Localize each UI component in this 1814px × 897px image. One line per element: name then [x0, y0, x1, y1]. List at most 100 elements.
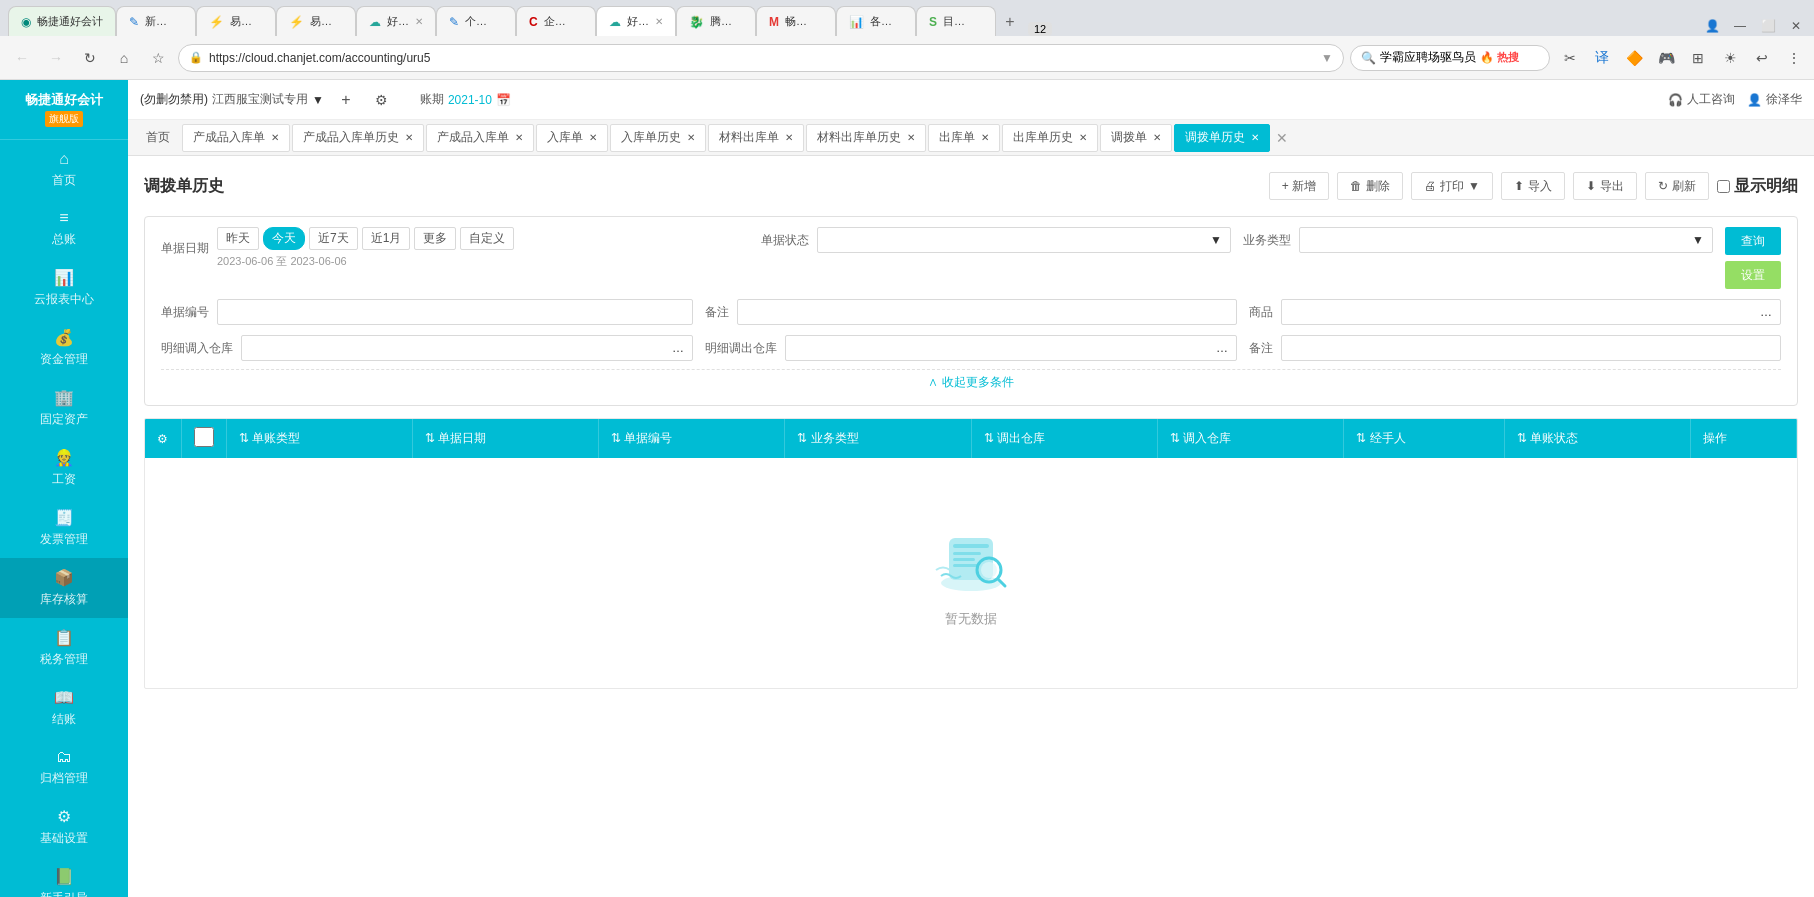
undo-icon[interactable]: ↩	[1750, 46, 1774, 70]
goods-input[interactable]: …	[1281, 299, 1781, 325]
home-button[interactable]: ⌂	[110, 44, 138, 72]
new-button[interactable]: + 新增	[1269, 172, 1329, 200]
date-custom-button[interactable]: 自定义	[460, 227, 514, 250]
browser-tab-2[interactable]: ✎ 新…	[116, 6, 196, 36]
sidebar-item-close[interactable]: 📖 结账	[0, 678, 128, 738]
close-tab-icon[interactable]: ✕	[515, 132, 523, 143]
date-yesterday-button[interactable]: 昨天	[217, 227, 259, 250]
new-tab-button[interactable]: +	[996, 8, 1024, 36]
add-company-button[interactable]: +	[332, 86, 360, 114]
table-th-status[interactable]: ⇅ 单账状态	[1504, 419, 1690, 458]
table-th-to-warehouse[interactable]: ⇅ 调入仓库	[1158, 419, 1344, 458]
page-tab-inbound-history[interactable]: 入库单历史 ✕	[610, 124, 706, 152]
from-warehouse-input[interactable]: …	[241, 335, 693, 361]
sidebar-item-report[interactable]: 📊 云报表中心	[0, 258, 128, 318]
translate-icon[interactable]: 译	[1590, 46, 1614, 70]
close-tab-icon[interactable]: ✕	[405, 132, 413, 143]
sidebar-item-finance[interactable]: 💰 资金管理	[0, 318, 128, 378]
table-th-no[interactable]: ⇅ 单据编号	[599, 419, 785, 458]
sidebar-item-settings[interactable]: ⚙ 基础设置	[0, 797, 128, 857]
browser-tab-5[interactable]: ☁ 好… ✕	[356, 6, 436, 36]
page-tab-product-inbound-history[interactable]: 产成品入库单历史 ✕	[292, 124, 424, 152]
close-tab-icon[interactable]: ✕	[1079, 132, 1087, 143]
to-warehouse-input[interactable]: …	[785, 335, 1237, 361]
company-selector[interactable]: (勿删勿禁用) 江西服宝测试专用 ▼	[140, 91, 324, 108]
forward-button[interactable]: →	[42, 44, 70, 72]
table-gear-cell[interactable]: ⚙	[145, 419, 181, 458]
browser-tab-7[interactable]: C 企…	[516, 6, 596, 36]
export-button[interactable]: ⬇ 导出	[1573, 172, 1637, 200]
sidebar-item-guide[interactable]: 📗 新手引导	[0, 857, 128, 897]
refresh-button[interactable]: ↻ 刷新	[1645, 172, 1709, 200]
close-tab-icon[interactable]: ✕	[271, 132, 279, 143]
sidebar-item-tax[interactable]: 📋 税务管理	[0, 618, 128, 678]
maximize-button[interactable]: ⬜	[1758, 16, 1778, 36]
close-button[interactable]: ✕	[1786, 16, 1806, 36]
tab-count[interactable]: 12	[1028, 22, 1052, 36]
page-tab-outbound[interactable]: 出库单 ✕	[928, 124, 1000, 152]
sidebar-item-ledger[interactable]: ≡ 总账	[0, 199, 128, 258]
scissors-icon[interactable]: ✂	[1558, 46, 1582, 70]
table-checkbox-cell[interactable]	[181, 419, 226, 458]
page-tab-transfer[interactable]: 调拨单 ✕	[1100, 124, 1172, 152]
tab-close-5[interactable]: ✕	[415, 16, 423, 27]
minimize-button[interactable]: —	[1730, 16, 1750, 36]
table-th-date[interactable]: ⇅ 单据日期	[412, 419, 598, 458]
sidebar-item-archive[interactable]: 🗂 归档管理	[0, 738, 128, 797]
select-all-checkbox[interactable]	[194, 427, 214, 447]
close-active-tab-icon[interactable]: ✕	[1251, 132, 1259, 143]
period-value[interactable]: 2021-10	[448, 93, 492, 107]
page-tab-product-inbound2[interactable]: 产成品入库单 ✕	[426, 124, 534, 152]
game-icon[interactable]: 🎮	[1654, 46, 1678, 70]
close-tab-icon[interactable]: ✕	[785, 132, 793, 143]
page-tab-inbound[interactable]: 入库单 ✕	[536, 124, 608, 152]
menu-icon[interactable]: ⋮	[1782, 46, 1806, 70]
table-th-biztype[interactable]: ⇅ 业务类型	[785, 419, 971, 458]
table-th-type[interactable]: ⇅ 单账类型	[226, 419, 412, 458]
status-select[interactable]: ▼	[817, 227, 1231, 253]
show-full-toggle[interactable]: 显示明细	[1717, 176, 1798, 197]
print-button[interactable]: 🖨 打印 ▼	[1411, 172, 1493, 200]
refresh-browser-button[interactable]: ↻	[76, 44, 104, 72]
show-full-checkbox[interactable]	[1717, 180, 1730, 193]
calendar-icon[interactable]: 📅	[496, 93, 511, 107]
remark-input[interactable]	[737, 299, 1237, 325]
user-button[interactable]: 👤 徐泽华	[1747, 91, 1802, 108]
theme-icon[interactable]: ☀	[1718, 46, 1742, 70]
browser-tab-8[interactable]: ☁ 好… ✕	[596, 6, 676, 36]
close-tab-icon[interactable]: ✕	[687, 132, 695, 143]
browser-tab-3[interactable]: ⚡ 易…	[196, 6, 276, 36]
page-tab-material-out[interactable]: 材料出库单 ✕	[708, 124, 804, 152]
sidebar-item-invoice[interactable]: 🧾 发票管理	[0, 498, 128, 558]
company-settings-button[interactable]: ⚙	[368, 86, 396, 114]
query-button[interactable]: 查询	[1725, 227, 1781, 255]
close-tab-icon[interactable]: ✕	[1153, 132, 1161, 143]
sidebar-item-inventory[interactable]: 📦 库存核算	[0, 558, 128, 618]
browser-tab-10[interactable]: M 畅…	[756, 6, 836, 36]
date-1month-button[interactable]: 近1月	[362, 227, 411, 250]
import-button[interactable]: ⬆ 导入	[1501, 172, 1565, 200]
browser-tab-4[interactable]: ⚡ 易…	[276, 6, 356, 36]
browser-tab-9[interactable]: 🐉 腾…	[676, 6, 756, 36]
address-bar[interactable]: 🔒 https://cloud.chanjet.com/accounting/u…	[178, 44, 1344, 72]
page-tab-home[interactable]: 首页	[136, 124, 180, 152]
sidebar-item-payroll[interactable]: 👷 工资	[0, 438, 128, 498]
browser-tab-6[interactable]: ✎ 个…	[436, 6, 516, 36]
bookmark-button[interactable]: ☆	[144, 44, 172, 72]
settings-button[interactable]: 设置	[1725, 261, 1781, 289]
date-today-button[interactable]: 今天	[263, 227, 305, 250]
browser-search-bar[interactable]: 🔍 学霸应聘场驱鸟员 🔥 热搜	[1350, 45, 1550, 71]
close-tab-icon[interactable]: ✕	[907, 132, 915, 143]
page-tab-transfer-history[interactable]: 调拨单历史 ✕	[1174, 124, 1270, 152]
browser-tab-1[interactable]: ◉ 畅捷通好会计	[8, 6, 116, 36]
extension-icon[interactable]: 🔶	[1622, 46, 1646, 70]
close-tab-icon[interactable]: ✕	[981, 132, 989, 143]
table-th-handler[interactable]: ⇅ 经手人	[1344, 419, 1504, 458]
page-tab-material-out-history[interactable]: 材料出库单历史 ✕	[806, 124, 926, 152]
service-button[interactable]: 🎧 人工咨询	[1668, 91, 1735, 108]
profile-icon[interactable]: 👤	[1702, 16, 1722, 36]
delete-button[interactable]: 🗑 删除	[1337, 172, 1403, 200]
biztype-select[interactable]: ▼	[1299, 227, 1713, 253]
table-th-from-warehouse[interactable]: ⇅ 调出仓库	[971, 419, 1157, 458]
browser-tab-12[interactable]: S 目…	[916, 6, 996, 36]
